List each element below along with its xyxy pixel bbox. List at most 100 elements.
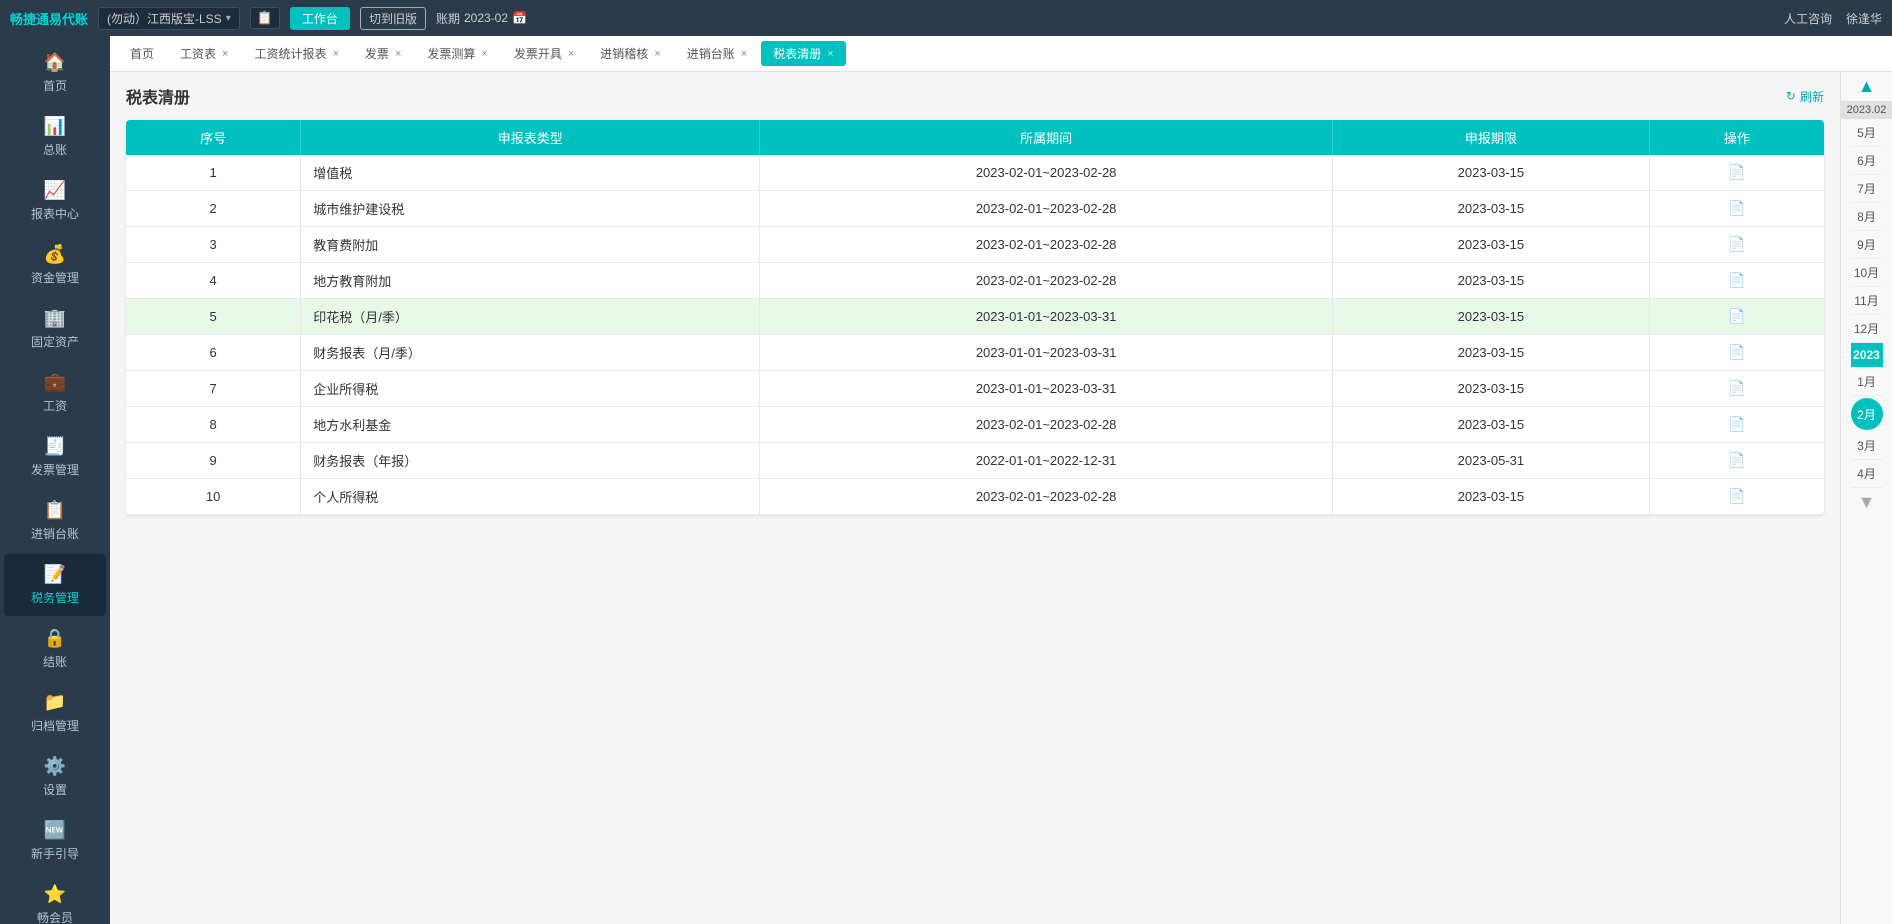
sidebar-item-archive[interactable]: 📁归档管理	[4, 682, 106, 744]
tab-invoice[interactable]: 发票×	[353, 41, 413, 66]
calendar-month-2023[interactable]: 1月	[1851, 368, 1883, 396]
cell-no: 4	[126, 263, 301, 299]
calendar-month[interactable]: 10月	[1851, 259, 1883, 287]
calendar-month-2023[interactable]: 4月	[1851, 460, 1883, 488]
cell-no: 5	[126, 299, 301, 335]
sidebar-item-home[interactable]: 🏠首页	[4, 42, 106, 104]
calendar-month[interactable]: 7月	[1851, 175, 1883, 203]
user-name[interactable]: 徐逢华	[1846, 10, 1882, 27]
cell-deadline: 2023-03-15	[1333, 263, 1650, 299]
tab-purchase_check[interactable]: 进销稽核×	[588, 41, 672, 66]
tab-close-salary_report[interactable]: ×	[332, 48, 338, 60]
calendar-icon[interactable]: 📅	[512, 11, 527, 25]
view-action-icon[interactable]: 📄	[1728, 236, 1745, 253]
tab-invoice_open[interactable]: 发票开具×	[502, 41, 586, 66]
sidebar-item-assets[interactable]: 🏢固定资产	[4, 298, 106, 360]
sidebar-item-salary[interactable]: 💼工资	[4, 362, 106, 424]
tab-close-invoice_calc[interactable]: ×	[481, 48, 487, 60]
side-calendar: ▲ 2023.02 5月6月7月8月9月10月11月12月20231月2月3月4…	[1840, 72, 1892, 924]
view-action-icon[interactable]: 📄	[1728, 308, 1745, 325]
company-selector[interactable]: (勿动）江西版宝-LSS ▾	[98, 7, 240, 30]
cell-type: 个人所得税	[301, 479, 760, 515]
sidebar-item-capital[interactable]: 💰资金管理	[4, 234, 106, 296]
tab-salary_report[interactable]: 工资统计报表×	[242, 41, 350, 66]
cell-period: 2023-02-01~2023-02-28	[760, 227, 1333, 263]
tab-salary[interactable]: 工资表×	[168, 41, 240, 66]
tab-home[interactable]: 首页	[118, 41, 166, 66]
cell-no: 8	[126, 407, 301, 443]
table-row: 3教育费附加2023-02-01~2023-02-282023-03-15📄	[126, 227, 1824, 263]
sidebar-icon-closing: 🔒	[44, 628, 66, 649]
tab-tax_register[interactable]: 税表清册×	[761, 41, 845, 66]
view-action-icon[interactable]: 📄	[1728, 380, 1745, 397]
refresh-button[interactable]: ↻ 刷新	[1786, 88, 1824, 105]
cell-deadline: 2023-05-31	[1333, 443, 1650, 479]
sidebar-label-report: 报表中心	[31, 205, 79, 222]
tab-invoice_calc[interactable]: 发票测算 ×	[415, 41, 499, 66]
cell-no: 10	[126, 479, 301, 515]
sidebar-icon-invoice: 🧾	[44, 436, 66, 457]
ai-consult-link[interactable]: 人工咨询	[1784, 10, 1832, 27]
sidebar-item-invoice[interactable]: 🧾发票管理	[4, 426, 106, 488]
cell-action: 📄	[1649, 227, 1824, 263]
sidebar-item-tax[interactable]: 📝税务管理	[4, 554, 106, 616]
sidebar-item-member[interactable]: ⭐畅会员	[4, 874, 106, 924]
sidebar-icon-home: 🏠	[44, 52, 66, 73]
view-action-icon[interactable]: 📄	[1728, 272, 1745, 289]
calendar-month-2023[interactable]: 2月	[1851, 398, 1883, 430]
cell-type: 地方教育附加	[301, 263, 760, 299]
tab-close-invoice[interactable]: ×	[395, 48, 401, 60]
app-logo: 畅捷通易代账	[10, 9, 88, 28]
copy-icon[interactable]: 📋	[250, 7, 280, 29]
sidebar-item-report[interactable]: 📈 报表中心	[4, 170, 106, 232]
sidebar-icon-report: 📈	[44, 180, 66, 201]
sidebar-item-settings[interactable]: ⚙️设置	[4, 746, 106, 808]
tab-close-tax_register[interactable]: ×	[827, 48, 833, 60]
view-action-icon[interactable]: 📄	[1728, 344, 1745, 361]
sidebar-item-guide[interactable]: 🆕新手引导	[4, 810, 106, 872]
calendar-year-label: 2023.02	[1841, 101, 1892, 119]
page-title: 税表清册	[126, 84, 190, 108]
cell-type: 财务报表（年报）	[301, 443, 760, 479]
view-action-icon[interactable]: 📄	[1728, 416, 1745, 433]
sidebar-item-purchase[interactable]: 📋进销台账	[4, 490, 106, 552]
tab-close-invoice_open[interactable]: ×	[568, 48, 574, 60]
top-header: 畅捷通易代账 (勿动）江西版宝-LSS ▾ 📋 工作台 切到旧版 账期 2023…	[0, 0, 1892, 36]
cell-deadline: 2023-03-15	[1333, 191, 1650, 227]
cell-action: 📄	[1649, 479, 1824, 515]
calendar-next-icon[interactable]: ▼	[1841, 488, 1892, 517]
calendar-prev-icon[interactable]: ▲	[1841, 72, 1892, 101]
cell-deadline: 2023-03-15	[1333, 335, 1650, 371]
view-action-icon[interactable]: 📄	[1728, 488, 1745, 505]
switch-version-button[interactable]: 切到旧版	[360, 7, 426, 30]
sidebar-item-closing[interactable]: 🔒结账	[4, 618, 106, 680]
sidebar-item-ledger[interactable]: 📊总账	[4, 106, 106, 168]
cell-no: 3	[126, 227, 301, 263]
calendar-month[interactable]: 8月	[1851, 203, 1883, 231]
tab-label-invoice_calc: 发票测算	[427, 45, 475, 62]
tab-close-purchase_ledger[interactable]: ×	[741, 48, 747, 60]
workbench-button[interactable]: 工作台	[290, 7, 350, 30]
cell-period: 2023-02-01~2023-02-28	[760, 191, 1333, 227]
sidebar-icon-assets: 🏢	[44, 308, 66, 329]
view-action-icon[interactable]: 📄	[1728, 452, 1745, 469]
calendar-month[interactable]: 9月	[1851, 231, 1883, 259]
calendar-month[interactable]: 6月	[1851, 147, 1883, 175]
view-action-icon[interactable]: 📄	[1728, 200, 1745, 217]
sidebar-icon-capital: 💰	[44, 244, 66, 265]
calendar-month[interactable]: 5月	[1851, 119, 1883, 147]
tab-close-salary[interactable]: ×	[222, 48, 228, 60]
refresh-icon: ↻	[1786, 89, 1796, 103]
cell-type: 地方水利基金	[301, 407, 760, 443]
calendar-month[interactable]: 12月	[1851, 315, 1883, 343]
sidebar-label-tax: 税务管理	[31, 589, 79, 606]
cell-period: 2023-02-01~2023-02-28	[760, 155, 1333, 191]
calendar-month[interactable]: 11月	[1851, 287, 1883, 315]
cell-deadline: 2023-03-15	[1333, 479, 1650, 515]
calendar-2023-label[interactable]: 2023	[1851, 343, 1883, 368]
tab-close-purchase_check[interactable]: ×	[654, 48, 660, 60]
cell-action: 📄	[1649, 191, 1824, 227]
calendar-month-2023[interactable]: 3月	[1851, 432, 1883, 460]
view-action-icon[interactable]: 📄	[1728, 164, 1745, 181]
tab-purchase_ledger[interactable]: 进销台账×	[675, 41, 759, 66]
